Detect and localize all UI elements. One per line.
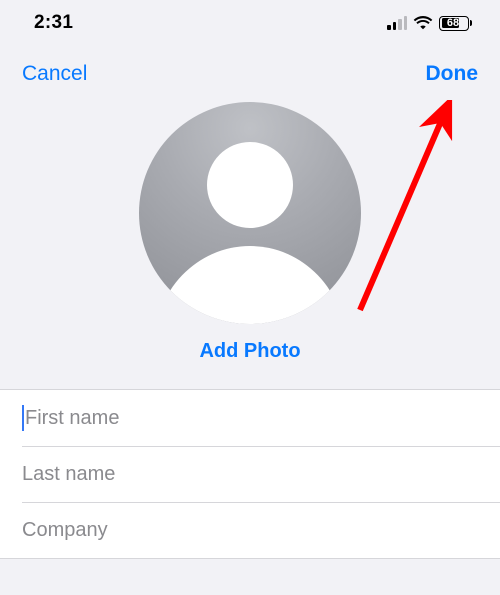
first-name-row[interactable] xyxy=(0,390,500,446)
last-name-row[interactable] xyxy=(0,446,500,502)
status-indicators: 68 xyxy=(387,16,472,31)
done-button[interactable]: Done xyxy=(426,62,479,86)
avatar-section: Add Photo xyxy=(0,98,500,389)
last-name-field[interactable] xyxy=(22,463,500,486)
status-time: 2:31 xyxy=(34,12,73,34)
battery-icon: 68 xyxy=(439,16,472,31)
first-name-field[interactable] xyxy=(25,407,500,430)
company-row[interactable] xyxy=(0,502,500,558)
company-field[interactable] xyxy=(22,519,500,542)
contact-form xyxy=(0,389,500,559)
status-bar: 2:31 68 xyxy=(0,0,500,46)
wifi-icon xyxy=(413,16,433,30)
battery-level: 68 xyxy=(438,17,468,29)
cancel-button[interactable]: Cancel xyxy=(22,62,87,86)
contact-avatar-placeholder-icon[interactable] xyxy=(139,102,361,324)
text-cursor xyxy=(22,405,24,431)
add-photo-button[interactable]: Add Photo xyxy=(199,340,300,363)
nav-bar: Cancel Done xyxy=(0,46,500,98)
cellular-signal-icon xyxy=(387,16,407,30)
